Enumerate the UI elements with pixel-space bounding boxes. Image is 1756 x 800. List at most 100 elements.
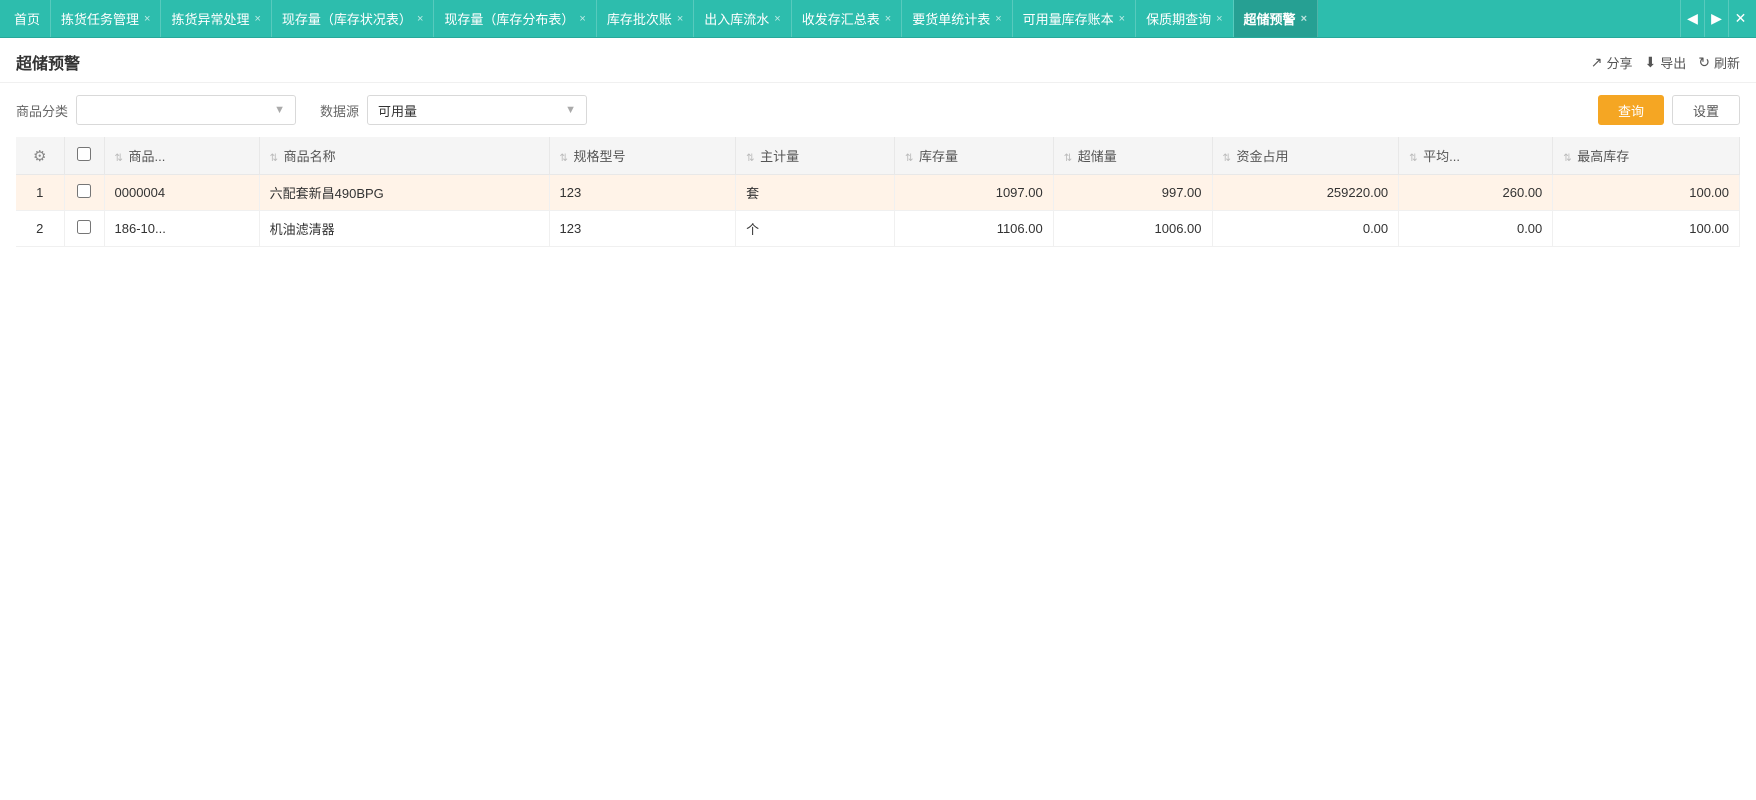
row-capital: 259220.00 xyxy=(1212,175,1399,211)
nav-item-label: 超储预警 xyxy=(1244,9,1296,28)
nav-close-icon[interactable]: × xyxy=(1119,13,1125,25)
query-button[interactable]: 查询 xyxy=(1598,95,1664,125)
nav-item-label: 拣货异常处理 xyxy=(171,9,249,28)
sort-icon-spec: ⇅ xyxy=(560,153,568,164)
nav-close-all-button[interactable]: ✕ xyxy=(1728,0,1752,38)
nav-close-icon[interactable]: × xyxy=(677,13,683,25)
sort-icon-over: ⇅ xyxy=(1064,153,1072,164)
nav-item-1[interactable]: 拣货任务管理 × xyxy=(51,0,161,38)
export-label: 导出 xyxy=(1660,53,1686,72)
nav-arrows: ◀ ▶ ✕ xyxy=(1680,0,1752,38)
setting-button[interactable]: 设置 xyxy=(1672,95,1740,125)
settings-icon[interactable]: ⚙ xyxy=(33,148,46,165)
row-name: 六配套新昌490BPG xyxy=(259,175,549,211)
row-num: 1 xyxy=(16,175,64,211)
table-container: ⚙ ⇅ 商品... ⇅ 商品名称 ⇅ 规格型号 ⇅ xyxy=(0,137,1756,247)
nav-close-icon[interactable]: × xyxy=(885,13,891,25)
nav-item-label: 可用量库存账本 xyxy=(1023,9,1114,28)
sort-icon-unit: ⇅ xyxy=(746,153,754,164)
nav-item-label: 拣货任务管理 xyxy=(61,9,139,28)
row-checkbox-cell[interactable] xyxy=(64,175,104,211)
col-over[interactable]: ⇅ 超储量 xyxy=(1053,137,1212,175)
nav-item-label: 现存量（库存状况表） xyxy=(282,9,412,28)
col-stock-label: 库存量 xyxy=(919,149,958,164)
share-icon: ↗ xyxy=(1591,54,1603,71)
col-stock[interactable]: ⇅ 库存量 xyxy=(894,137,1053,175)
table-row: 1 0000004 六配套新昌490BPG 123 套 1097.00 997.… xyxy=(16,175,1740,211)
category-label: 商品分类 xyxy=(16,101,68,120)
col-over-label: 超储量 xyxy=(1078,149,1117,164)
nav-close-icon[interactable]: × xyxy=(995,13,1001,25)
nav-item-7[interactable]: 收发存汇总表 × xyxy=(792,0,902,38)
col-unit[interactable]: ⇅ 主计量 xyxy=(736,137,895,175)
filter-bar: 商品分类 ▼ 数据源 可用量 ▼ 查询 设置 xyxy=(0,83,1756,137)
nav-close-icon[interactable]: × xyxy=(579,13,585,25)
row-avg: 260.00 xyxy=(1399,175,1553,211)
nav-item-6[interactable]: 出入库流水 × xyxy=(694,0,791,38)
nav-close-icon[interactable]: × xyxy=(254,13,260,25)
row-max: 100.00 xyxy=(1553,175,1740,211)
nav-close-icon[interactable]: × xyxy=(774,13,780,25)
nav-item-5[interactable]: 库存批次账 × xyxy=(597,0,694,38)
nav-prev-button[interactable]: ◀ xyxy=(1680,0,1704,38)
page-header: 超储预警 ↗ 分享 ⬇ 导出 ↻ 刷新 xyxy=(0,38,1756,83)
nav-close-icon[interactable]: × xyxy=(417,13,423,25)
col-name-label: 商品名称 xyxy=(284,149,336,164)
col-max[interactable]: ⇅ 最高库存 xyxy=(1553,137,1740,175)
nav-item-11[interactable]: 超储预警 × xyxy=(1234,0,1318,38)
sort-icon-name: ⇅ xyxy=(270,153,278,164)
row-over: 997.00 xyxy=(1053,175,1212,211)
export-button[interactable]: ⬇ 导出 xyxy=(1645,53,1687,72)
col-max-label: 最高库存 xyxy=(1577,149,1629,164)
nav-item-4[interactable]: 现存量（库存分布表） × xyxy=(434,0,596,38)
nav-item-label: 首页 xyxy=(14,9,40,28)
data-table: ⚙ ⇅ 商品... ⇅ 商品名称 ⇅ 规格型号 ⇅ xyxy=(16,137,1740,247)
nav-item-label: 要货单统计表 xyxy=(912,9,990,28)
nav-close-icon[interactable]: × xyxy=(1301,13,1307,25)
col-spec[interactable]: ⇅ 规格型号 xyxy=(549,137,736,175)
row-checkbox[interactable] xyxy=(77,184,91,198)
col-spec-label: 规格型号 xyxy=(574,149,626,164)
nav-item-2[interactable]: 拣货异常处理 × xyxy=(161,0,271,38)
col-avg-label: 平均... xyxy=(1423,149,1460,164)
nav-item-0[interactable]: 首页 xyxy=(4,0,51,38)
share-label: 分享 xyxy=(1606,53,1632,72)
datasource-value: 可用量 xyxy=(378,101,417,120)
datasource-dropdown-icon: ▼ xyxy=(565,104,576,116)
row-capital: 0.00 xyxy=(1212,211,1399,247)
row-checkbox[interactable] xyxy=(77,220,91,234)
refresh-icon: ↻ xyxy=(1698,54,1710,71)
col-name[interactable]: ⇅ 商品名称 xyxy=(259,137,549,175)
nav-item-9[interactable]: 可用量库存账本 × xyxy=(1013,0,1136,38)
table-header-row: ⚙ ⇅ 商品... ⇅ 商品名称 ⇅ 规格型号 ⇅ xyxy=(16,137,1740,175)
share-button[interactable]: ↗ 分享 xyxy=(1591,53,1633,72)
category-select[interactable]: ▼ xyxy=(76,95,296,125)
nav-item-label: 库存批次账 xyxy=(607,9,672,28)
row-avg: 0.00 xyxy=(1399,211,1553,247)
row-unit: 套 xyxy=(736,175,895,211)
row-max: 100.00 xyxy=(1553,211,1740,247)
row-stock: 1097.00 xyxy=(894,175,1053,211)
nav-next-button[interactable]: ▶ xyxy=(1704,0,1728,38)
row-checkbox-cell[interactable] xyxy=(64,211,104,247)
col-avg[interactable]: ⇅ 平均... xyxy=(1399,137,1553,175)
datasource-filter: 数据源 可用量 ▼ xyxy=(320,95,587,125)
col-capital[interactable]: ⇅ 资金占用 xyxy=(1212,137,1399,175)
col-settings[interactable]: ⚙ xyxy=(16,137,64,175)
col-checkbox[interactable] xyxy=(64,137,104,175)
page-title: 超储预警 xyxy=(16,50,80,74)
export-icon: ⬇ xyxy=(1645,54,1657,71)
nav-item-8[interactable]: 要货单统计表 × xyxy=(902,0,1012,38)
sort-icon-code: ⇅ xyxy=(115,153,123,164)
datasource-select[interactable]: 可用量 ▼ xyxy=(367,95,587,125)
col-code[interactable]: ⇅ 商品... xyxy=(104,137,259,175)
select-all-checkbox[interactable] xyxy=(77,147,91,161)
nav-item-10[interactable]: 保质期查询 × xyxy=(1136,0,1233,38)
sort-icon-max: ⇅ xyxy=(1563,153,1571,164)
refresh-button[interactable]: ↻ 刷新 xyxy=(1698,53,1740,72)
nav-item-3[interactable]: 现存量（库存状况表） × xyxy=(272,0,434,38)
nav-close-icon[interactable]: × xyxy=(1216,13,1222,25)
nav-close-icon[interactable]: × xyxy=(144,13,150,25)
refresh-label: 刷新 xyxy=(1714,53,1740,72)
row-over: 1006.00 xyxy=(1053,211,1212,247)
